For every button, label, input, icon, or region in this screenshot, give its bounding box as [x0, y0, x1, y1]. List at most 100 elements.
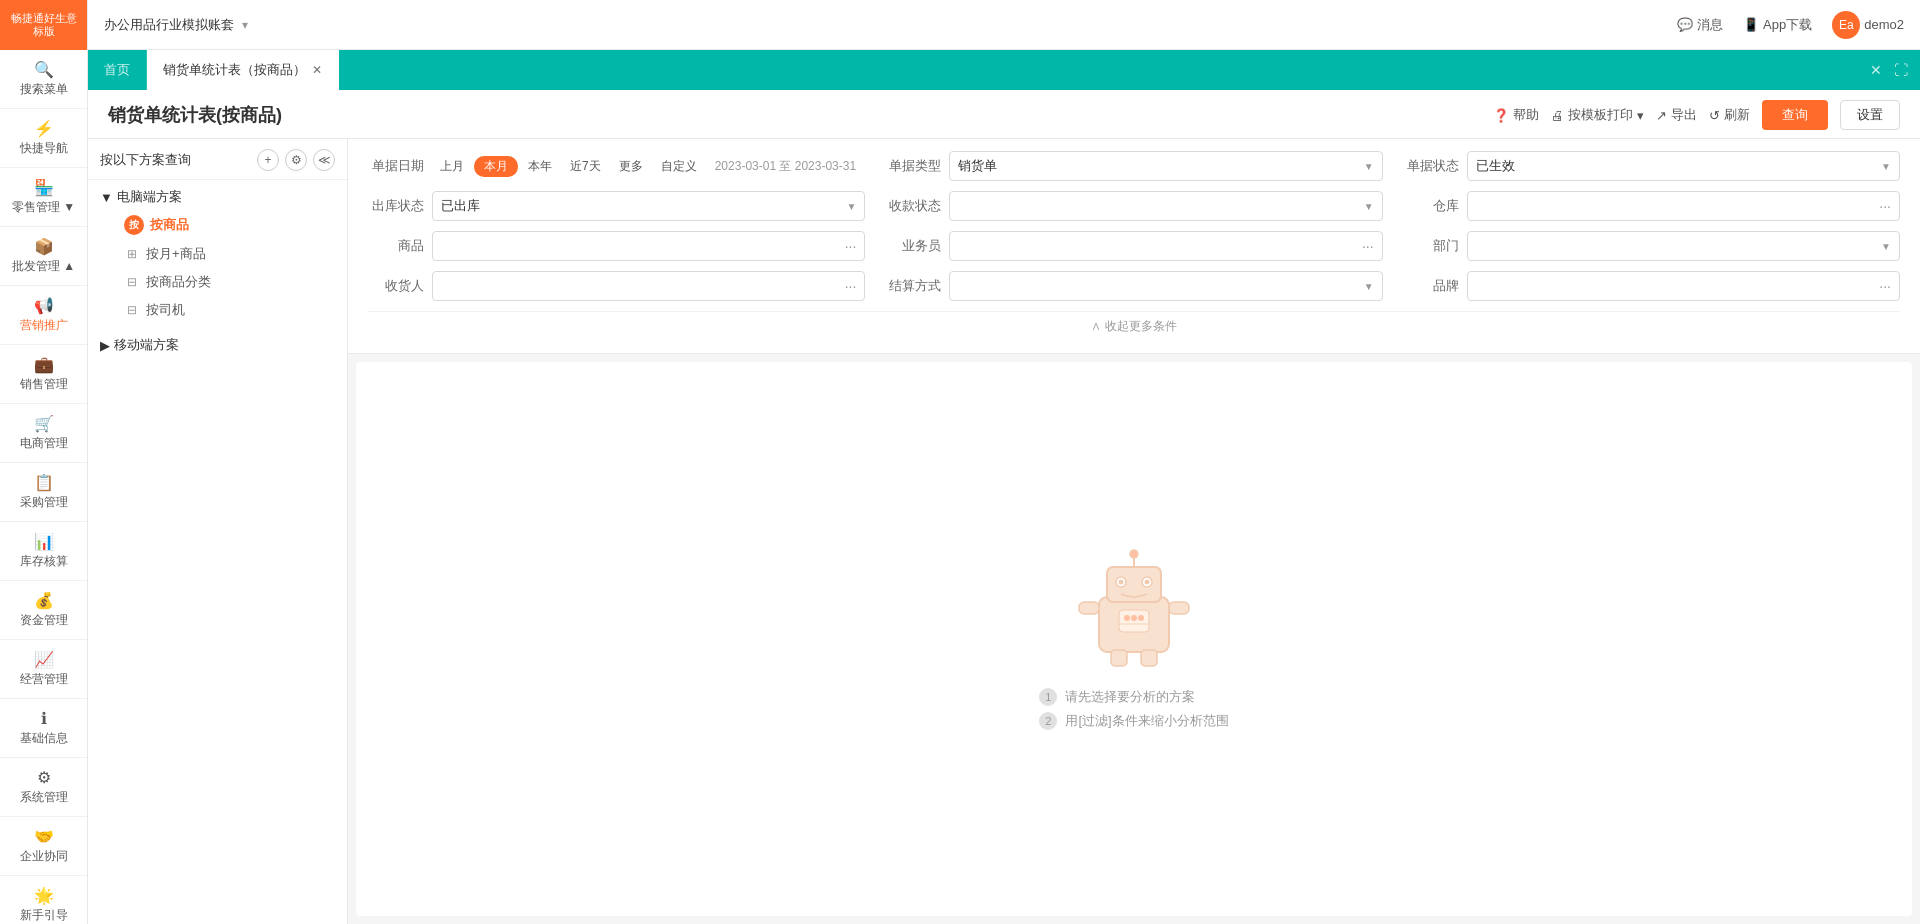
doctype-select[interactable]: 销货单 ▼	[949, 151, 1382, 181]
mobile-group-header[interactable]: ▶ 移动端方案	[100, 336, 335, 354]
left-panel-collapse-btn[interactable]: ≪	[313, 149, 335, 171]
department-label: 部门	[1403, 237, 1459, 255]
date-btn-7days[interactable]: 近7天	[562, 156, 609, 177]
docstatus-value: 已生效	[1476, 157, 1515, 175]
filter-field-date: 单据日期 上月 本月 本年 近7天 更多 自定义 20	[368, 156, 865, 177]
marketing-icon: 📢	[5, 296, 82, 315]
date-range-text: 2023-03-01 至 2023-03-31	[715, 158, 856, 175]
empty-state: 1 请先选择要分析的方案 2 用[过滤]条件来缩小分析范围	[356, 362, 1912, 916]
sidebar-item-ecommerce[interactable]: 🛒 电商管理	[0, 404, 87, 463]
sidebar-item-marketing[interactable]: 📢 营销推广	[0, 286, 87, 345]
wholesale-expand-icon: ▲	[63, 259, 75, 273]
tab-expand-btn[interactable]: ⛶	[1890, 58, 1912, 82]
help-label: 帮助	[1513, 106, 1539, 124]
print-icon: 🖨	[1551, 108, 1564, 123]
collapse-label: ∧ 收起更多条件	[1091, 319, 1176, 333]
search-icon: 🔍	[5, 60, 82, 79]
tab-close-btn[interactable]: ✕	[1866, 58, 1886, 82]
product-select[interactable]: ···	[432, 231, 865, 261]
svg-point-7	[1130, 550, 1138, 558]
warehouse-select[interactable]: ···	[1467, 191, 1900, 221]
topbar-message-btn[interactable]: 💬 消息	[1677, 16, 1723, 34]
recipient-select[interactable]: ···	[432, 271, 865, 301]
tab-report[interactable]: 销货单统计表（按商品） ✕	[147, 50, 339, 90]
salesperson-dots[interactable]: ···	[1362, 238, 1374, 254]
scheme-item-by-month-product-label: 按月+商品	[146, 245, 206, 263]
scheme-item-by-warehouse[interactable]: ⊟ 按司机	[116, 296, 335, 324]
refresh-btn[interactable]: ↺ 刷新	[1709, 106, 1750, 124]
sidebar-item-search[interactable]: 🔍 搜索菜单	[0, 50, 87, 109]
sidebar-item-quicknav[interactable]: ⚡ 快捷导航	[0, 109, 87, 168]
doctype-value: 销货单	[958, 157, 997, 175]
topbar-appdownload-label: App下载	[1763, 16, 1812, 34]
date-btn-custom[interactable]: 自定义	[653, 156, 705, 177]
tab-report-close[interactable]: ✕	[312, 63, 322, 77]
date-btn-lastmonth[interactable]: 上月	[432, 156, 472, 177]
sidebar-item-system[interactable]: ⚙ 系统管理	[0, 758, 87, 817]
department-select[interactable]: ▼	[1467, 231, 1900, 261]
logo-text: 畅捷通好生意 标版	[11, 12, 77, 38]
settings-btn[interactable]: 设置	[1840, 100, 1900, 130]
sidebar-item-sales[interactable]: 💼 销售管理	[0, 345, 87, 404]
outstatus-select[interactable]: 已出库 ▼	[432, 191, 865, 221]
topbar-username: demo2	[1864, 17, 1904, 32]
scheme-item-by-product[interactable]: 按 按商品	[116, 210, 335, 240]
sidebar-item-wholesale[interactable]: 📦 批发管理 ▲	[0, 227, 87, 286]
sidebar-item-basic-label: 基础信息	[20, 731, 68, 745]
sidebar-item-finance[interactable]: 💰 资金管理	[0, 581, 87, 640]
date-btn-thismonth[interactable]: 本月	[474, 156, 518, 177]
sidebar: 畅捷通好生意 标版 🔍 搜索菜单 ⚡ 快捷导航 🏪 零售管理 ▼ 📦 批发管理 …	[0, 0, 88, 924]
left-panel-settings-btn[interactable]: ⚙	[285, 149, 307, 171]
empty-hint-1: 1 请先选择要分析的方案	[1039, 688, 1228, 706]
print-btn[interactable]: 🖨 按模板打印 ▾	[1551, 106, 1644, 124]
payment-select[interactable]: ▼	[949, 191, 1382, 221]
desktop-group-header[interactable]: ▼ 电脑端方案	[100, 188, 335, 206]
brand-select[interactable]: ···	[1467, 271, 1900, 301]
svg-rect-10	[1111, 650, 1127, 666]
sidebar-item-retail[interactable]: 🏪 零售管理 ▼	[0, 168, 87, 227]
scheme-item-by-month-product[interactable]: ⊞ 按月+商品	[116, 240, 335, 268]
sidebar-item-inventory[interactable]: 📊 库存核算	[0, 522, 87, 581]
docstatus-select[interactable]: 已生效 ▼	[1467, 151, 1900, 181]
payment-method-select[interactable]: ▼	[949, 271, 1382, 301]
page-title-bar: 销货单统计表(按商品) ❓ 帮助 🖨 按模板打印 ▾ ↗ 导出 ↺ 刷新	[88, 90, 1920, 139]
date-btn-thisyear[interactable]: 本年	[520, 156, 560, 177]
sidebar-item-newguide[interactable]: 🌟 新手引导	[0, 876, 87, 924]
date-label: 单据日期	[368, 157, 424, 175]
filter-row-2: 出库状态 已出库 ▼ 收款状态 ▼	[368, 191, 1900, 221]
tabbar-controls: ✕ ⛶	[1866, 50, 1920, 90]
tab-home[interactable]: 首页	[88, 50, 147, 90]
filter-field-salesperson: 业务员 ···	[885, 231, 1382, 261]
page-actions: ❓ 帮助 🖨 按模板打印 ▾ ↗ 导出 ↺ 刷新 查询 设置	[1493, 100, 1900, 130]
sidebar-item-purchase[interactable]: 📋 采购管理	[0, 463, 87, 522]
empty-hint-1-text: 请先选择要分析的方案	[1065, 688, 1195, 706]
product-dots[interactable]: ···	[845, 238, 857, 254]
query-btn[interactable]: 查询	[1762, 100, 1828, 130]
filter-row-1: 单据日期 上月 本月 本年 近7天 更多 自定义 20	[368, 151, 1900, 181]
sales-icon: 💼	[5, 355, 82, 374]
sidebar-item-cooperation[interactable]: 🤝 企业协同	[0, 817, 87, 876]
recipient-dots[interactable]: ···	[845, 278, 857, 294]
brand-dots[interactable]: ···	[1879, 278, 1891, 294]
help-btn[interactable]: ❓ 帮助	[1493, 106, 1539, 124]
salesperson-label: 业务员	[885, 237, 941, 255]
warehouse-dots[interactable]: ···	[1879, 198, 1891, 214]
filter-row-4: 收货人 ··· 结算方式 ▼	[368, 271, 1900, 301]
date-btn-more[interactable]: 更多	[611, 156, 651, 177]
left-panel-add-btn[interactable]: +	[257, 149, 279, 171]
sidebar-item-basic[interactable]: ℹ 基础信息	[0, 699, 87, 758]
export-btn[interactable]: ↗ 导出	[1656, 106, 1697, 124]
empty-num-2: 2	[1039, 712, 1057, 730]
date-quick-btns: 上月 本月 本年 近7天 更多 自定义	[432, 156, 705, 177]
scheme-item-by-category[interactable]: ⊟ 按商品分类	[116, 268, 335, 296]
docstatus-arrow: ▼	[1881, 161, 1891, 172]
robot-illustration	[1069, 542, 1199, 672]
sidebar-item-operations[interactable]: 📈 经营管理	[0, 640, 87, 699]
sidebar-item-inventory-label: 库存核算	[20, 554, 68, 568]
filter-field-payment-method: 结算方式 ▼	[885, 271, 1382, 301]
topbar-appdownload-btn[interactable]: 📱 App下载	[1743, 16, 1812, 34]
collapse-bar[interactable]: ∧ 收起更多条件	[368, 311, 1900, 341]
salesperson-select[interactable]: ···	[949, 231, 1382, 261]
topbar-user-area[interactable]: Ea demo2	[1832, 11, 1904, 39]
topbar-dropdown-arrow[interactable]: ▾	[242, 18, 248, 32]
